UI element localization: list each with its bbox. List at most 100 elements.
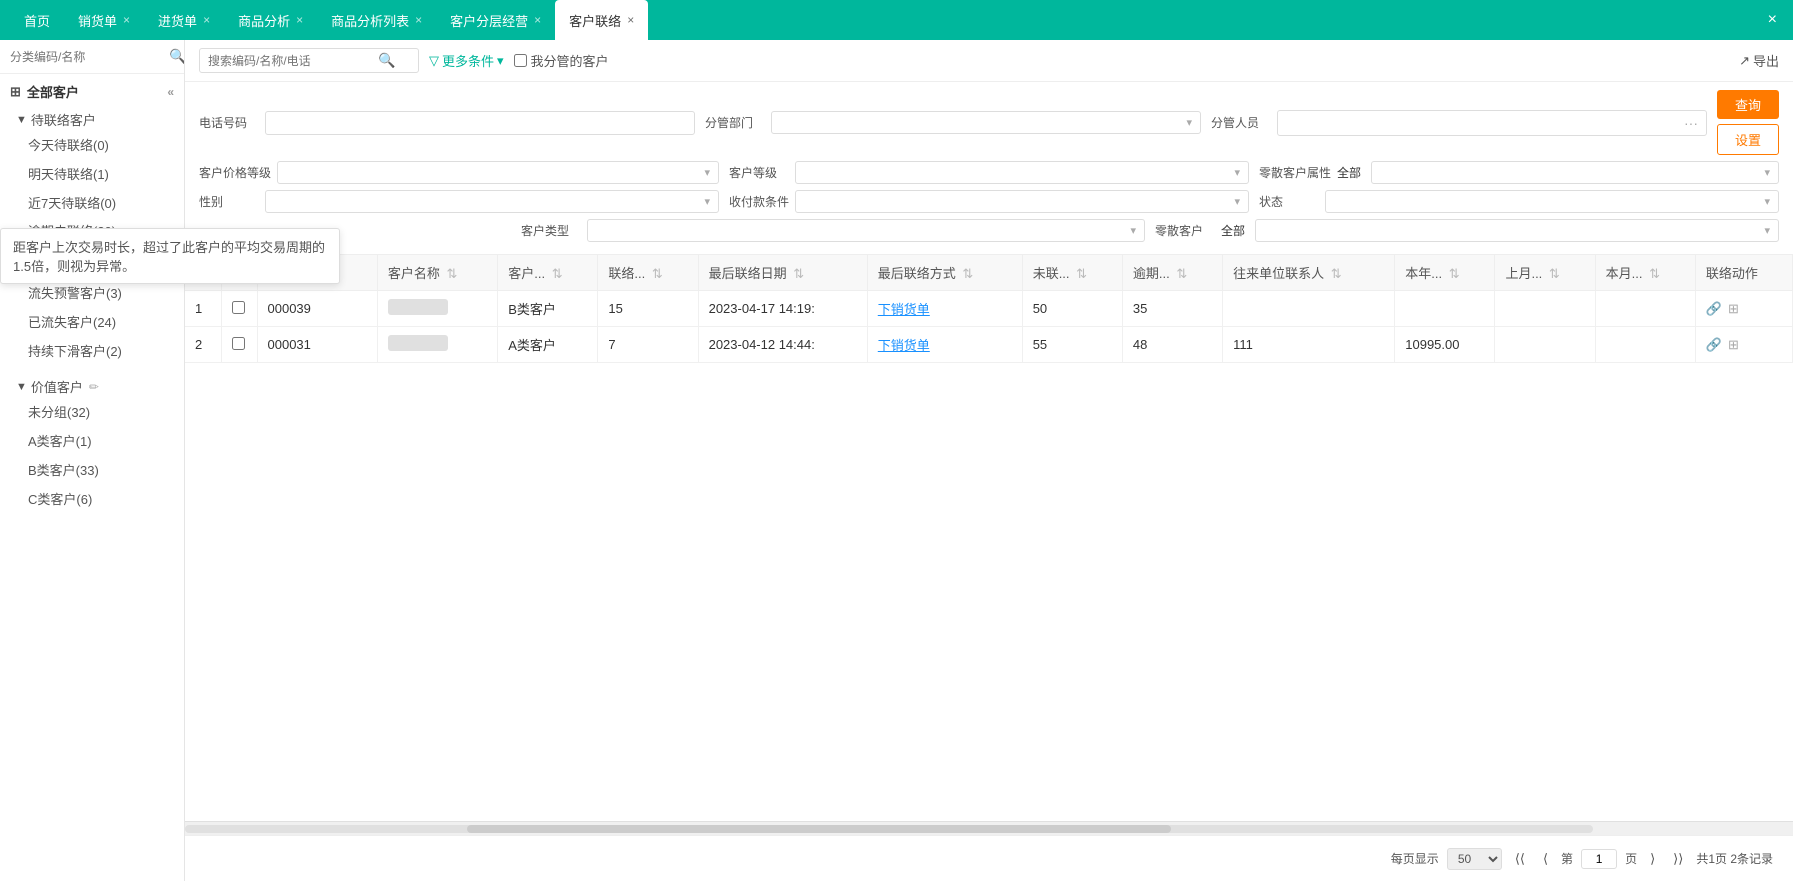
my-customers-checkbox[interactable] (514, 54, 527, 67)
nav-product-analysis[interactable]: 商品分析 × (224, 0, 317, 40)
search-input[interactable] (208, 54, 378, 68)
nav-home[interactable]: 首页 (10, 0, 64, 40)
sort-icon[interactable]: ⇅ (1449, 266, 1460, 281)
sort-icon[interactable]: ⇅ (962, 266, 973, 281)
retail-attr-select[interactable]: ▾ (1371, 161, 1779, 184)
chevron-down-icon: ▾ (1764, 224, 1770, 237)
sort-icon[interactable]: ⇅ (1076, 266, 1087, 281)
action-grid-icon[interactable]: ⊞ (1728, 337, 1739, 353)
sidebar-item-declining[interactable]: 持续下滑客户(2) (0, 338, 184, 367)
sidebar-item-class-b[interactable]: B类客户(33) (0, 457, 184, 486)
table-row: 2 000031 A类客户 7 2023-04-12 14:44: 下销货单 (185, 327, 1793, 363)
filter-actions: 查询 设置 (1717, 90, 1779, 155)
sidebar-item-class-c[interactable]: C类客户(6) (0, 486, 184, 515)
sidebar-item-tomorrow-pending[interactable]: 明天待联络(1) (0, 161, 184, 190)
row-select-checkbox[interactable] (232, 301, 245, 314)
filter-payment: 收付款条件 ▾ (729, 190, 1249, 213)
settings-button[interactable]: 设置 (1717, 124, 1779, 155)
first-page-button[interactable]: ⟨⟨ (1510, 849, 1530, 869)
col-last-month: 上月... ⇅ (1495, 255, 1595, 291)
nav-product-analysis-list[interactable]: 商品分析列表 × (317, 0, 436, 40)
close-icon[interactable]: × (296, 13, 303, 27)
row-unpaid: 55 (1022, 327, 1122, 363)
sort-icon[interactable]: ⇅ (1176, 266, 1187, 281)
search-icon[interactable]: 🔍 (169, 48, 185, 65)
blurred-name (388, 299, 448, 315)
row-customer-type: A类客户 (498, 327, 598, 363)
sort-icon[interactable]: ⇅ (1331, 266, 1342, 281)
close-icon[interactable]: × (415, 13, 422, 27)
phone-input[interactable] (265, 111, 695, 135)
customer-level-select[interactable]: ▾ (795, 161, 1249, 184)
branch-dept-select[interactable]: ▾ (771, 111, 1201, 134)
more-icon: ··· (1684, 115, 1698, 131)
top-navigation: 首页 销货单 × 进货单 × 商品分析 × 商品分析列表 × 客户分层经营 × … (0, 0, 1793, 40)
search-input-wrap: 🔍 (199, 48, 419, 73)
sort-icon[interactable]: ⇅ (552, 266, 563, 281)
close-icon[interactable]: × (123, 13, 130, 27)
contact-way-link[interactable]: 下销货单 (878, 302, 930, 317)
sidebar-item-lost[interactable]: 已流失客户(24) (0, 309, 184, 338)
collapse-sidebar-button[interactable]: « (167, 85, 174, 99)
sort-icon[interactable]: ⇅ (447, 266, 458, 281)
retail-customer-select[interactable]: ▾ (1255, 219, 1779, 242)
close-icon[interactable]: × (203, 13, 210, 27)
row-checkbox (221, 327, 257, 363)
nav-customer-contact[interactable]: 客户联络 × (555, 0, 648, 40)
sidebar-item-7days-pending[interactable]: 近7天待联络(0) (0, 190, 184, 219)
nav-customer-tier[interactable]: 客户分层经营 × (436, 0, 555, 40)
category-search-input[interactable] (10, 50, 165, 64)
more-conditions-button[interactable]: ▽ 更多条件 ▾ (429, 51, 504, 70)
next-page-button[interactable]: ⟩ (1645, 849, 1660, 869)
arrow-down-icon: ▼ (16, 381, 27, 393)
payment-select[interactable]: ▾ (795, 190, 1249, 213)
query-button[interactable]: 查询 (1717, 90, 1779, 119)
last-page-button[interactable]: ⟩⟩ (1668, 849, 1688, 869)
row-code: 000039 (257, 291, 377, 327)
nav-purchase-order[interactable]: 进货单 × (144, 0, 224, 40)
gender-select[interactable]: ▾ (265, 190, 719, 213)
row-select-checkbox[interactable] (232, 337, 245, 350)
sort-icon[interactable]: ⇅ (1549, 266, 1560, 281)
page-size-select[interactable]: 50 20 100 (1447, 848, 1502, 870)
sort-icon[interactable]: ⇅ (652, 266, 663, 281)
edit-icon[interactable]: ✏ (89, 380, 99, 394)
gender-label: 性别 (199, 193, 259, 210)
action-grid-icon[interactable]: ⊞ (1728, 301, 1739, 317)
sort-icon[interactable]: ⇅ (793, 266, 804, 281)
branch-person-label: 分管人员 (1211, 114, 1271, 131)
filter-panel: 电话号码 分管部门 ▾ 分管人员 ··· (185, 82, 1793, 255)
customer-type-select[interactable]: ▾ (587, 219, 1145, 242)
contact-way-link[interactable]: 下销货单 (878, 338, 930, 353)
scrollbar-track (185, 825, 1593, 833)
sidebar-pending-group[interactable]: ▼ 待联络客户 (0, 105, 184, 132)
branch-person-select[interactable]: ··· (1277, 110, 1707, 136)
scrollbar-thumb[interactable] (467, 825, 1171, 833)
row-contact-count: 15 (598, 291, 698, 327)
table-row: 1 000039 B类客户 15 2023-04-17 14:19: 下销货单 (185, 291, 1793, 327)
close-icon[interactable]: × (627, 13, 634, 27)
action-link-icon[interactable]: 🔗 (1706, 301, 1722, 317)
status-select[interactable]: ▾ (1325, 190, 1779, 213)
sidebar-value-group[interactable]: ▼ 价值客户 ✏ (0, 372, 184, 399)
search-icon[interactable]: 🔍 (378, 52, 395, 69)
sidebar-item-lost-warning[interactable]: 流失预警客户(3) (0, 280, 184, 309)
nav-sales-order[interactable]: 销货单 × (64, 0, 144, 40)
sidebar-item-today-pending[interactable]: 今天待联络(0) (0, 132, 184, 161)
action-link-icon[interactable]: 🔗 (1706, 337, 1722, 353)
sidebar-item-ungrouped[interactable]: 未分组(32) (0, 399, 184, 428)
page-number-input[interactable] (1581, 849, 1617, 869)
prev-page-button[interactable]: ⟨ (1538, 849, 1553, 869)
export-button[interactable]: ↗ 导出 (1739, 51, 1779, 70)
filter-icon: ▽ (429, 53, 439, 69)
row-code: 000031 (257, 327, 377, 363)
filter-customer-type: 客户类型 ▾ (521, 219, 1145, 242)
close-all-tabs-button[interactable]: × (1768, 11, 1777, 29)
horizontal-scrollbar[interactable] (185, 821, 1793, 835)
price-level-select[interactable]: ▾ (277, 161, 719, 184)
sidebar-item-class-a[interactable]: A类客户(1) (0, 428, 184, 457)
col-last-contact-date: 最后联络日期 ⇅ (698, 255, 867, 291)
all-customers-header: ⊞ 全部客户 « (0, 74, 184, 105)
close-icon[interactable]: × (534, 13, 541, 27)
sort-icon[interactable]: ⇅ (1649, 266, 1660, 281)
